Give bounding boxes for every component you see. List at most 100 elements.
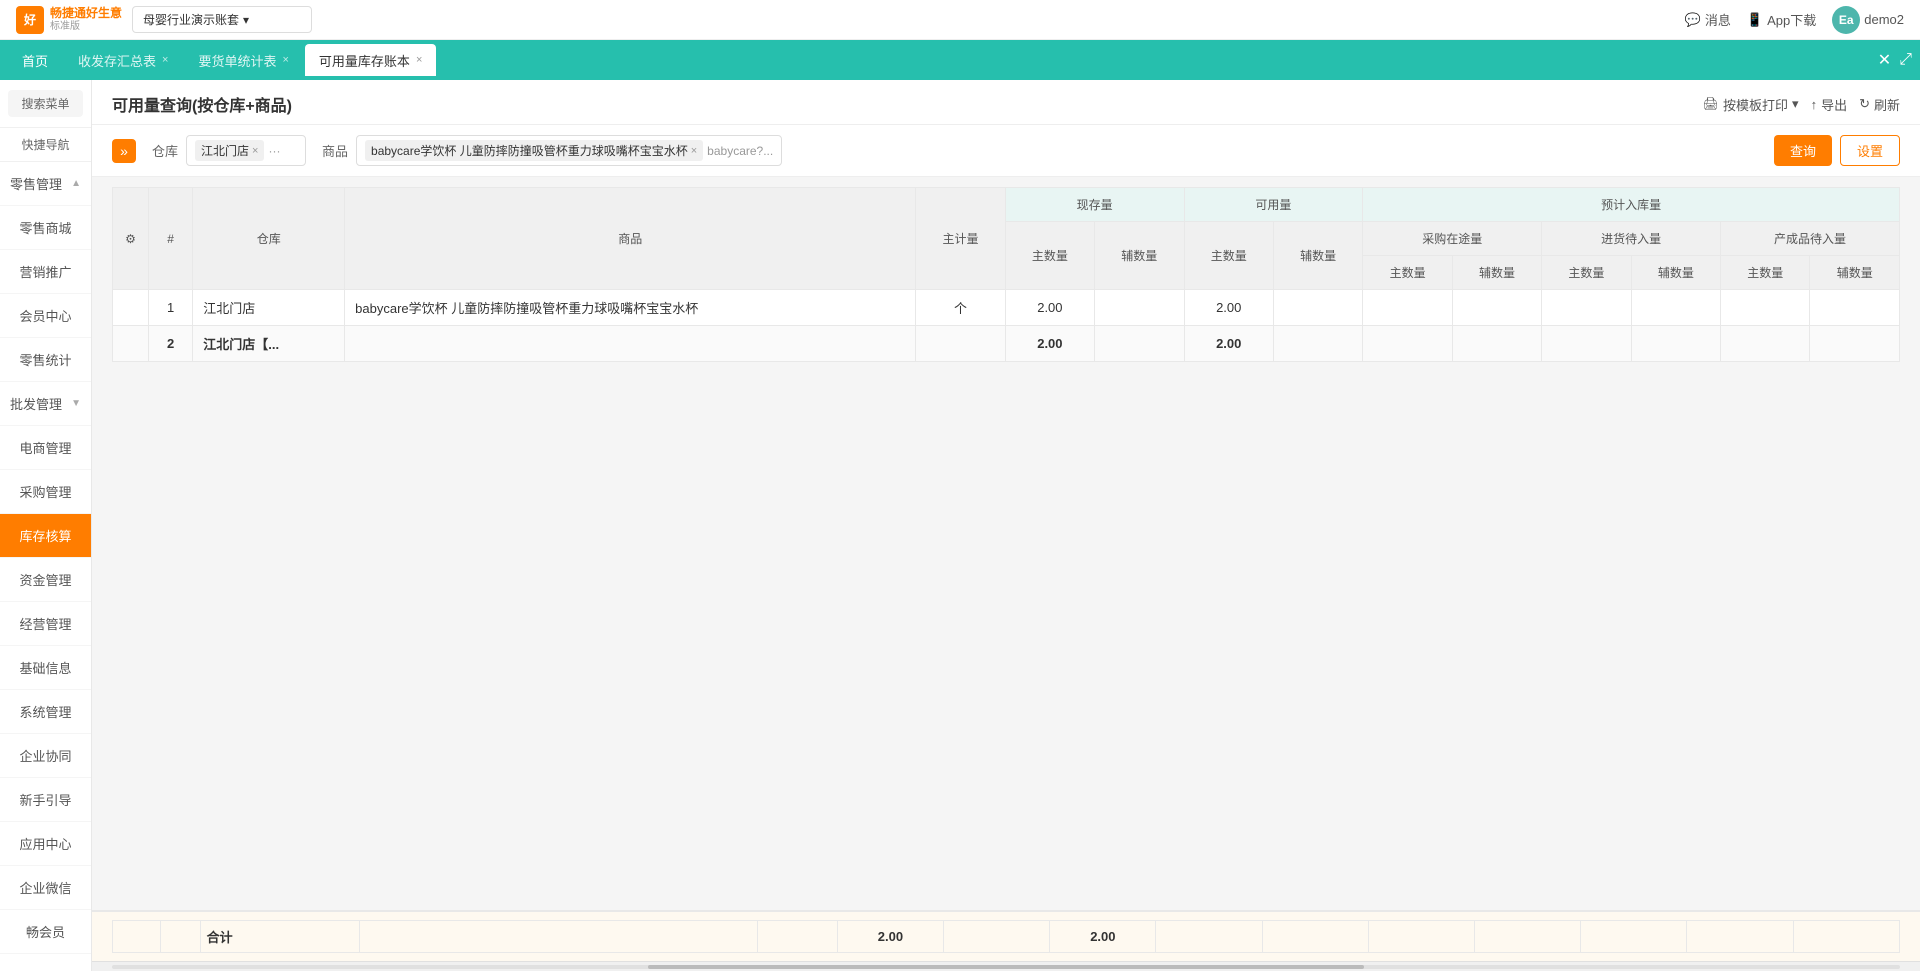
product-tag-value: babycare学饮杯 儿童防摔防撞吸管杯重力球吸嘴杯宝宝水杯 <box>371 142 688 159</box>
th-forecast-group: 预计入库量 <box>1363 188 1900 222</box>
tab-order-stats-close[interactable]: × <box>282 54 288 66</box>
warehouse-more[interactable]: ··· <box>268 144 280 158</box>
tab-receivables-close[interactable]: × <box>162 54 168 66</box>
filter-warehouse: 仓库 江北门店 × ··· <box>152 135 306 166</box>
sidebar-item-retail-mall[interactable]: 零售商城 <box>0 206 91 250</box>
top-header: 好 畅捷通好生意 标准版 母婴行业演示账套 ▾ 💬 消息 📱 App下载 Ea … <box>0 0 1920 40</box>
sidebar-quick-nav[interactable]: 快捷导航 <box>0 128 91 162</box>
settings-icon: ⚙ <box>125 232 136 246</box>
row2-inc-aux <box>1631 326 1720 362</box>
refresh-icon: ↻ <box>1859 96 1870 112</box>
sidebar-item-enterprise-wechat[interactable]: 企业微信 <box>0 866 91 910</box>
row1-avail-aux <box>1273 290 1362 326</box>
sidebar-item-member-center[interactable]: 会员中心 <box>0 294 91 338</box>
export-btn[interactable]: ↑ 导出 <box>1811 95 1848 114</box>
table-scroll-area[interactable]: ⚙ # 仓库 商品 主计量 现存量 可用量 预计入库量 主数量 辅 <box>92 177 1920 910</box>
sidebar-item-business-mgmt[interactable]: 经营管理 <box>0 602 91 646</box>
download-icon: 📱 <box>1747 12 1763 28</box>
row1-product: babycare学饮杯 儿童防摔防撞吸管杯重力球吸嘴杯宝宝水杯 <box>345 290 916 326</box>
row2-stock-aux <box>1095 326 1184 362</box>
row2-avail-main: 2.00 <box>1184 326 1273 362</box>
user-menu[interactable]: Ea demo2 <box>1832 6 1904 34</box>
row1-checkbox[interactable] <box>113 290 149 326</box>
warehouse-tag-remove[interactable]: × <box>252 145 258 157</box>
sidebar-item-purchase[interactable]: 采购管理 <box>0 470 91 514</box>
th-pur-aux: 辅数量 <box>1452 256 1541 290</box>
row1-avail-main: 2.00 <box>1184 290 1273 326</box>
message-icon: 💬 <box>1685 12 1701 28</box>
footer-table: 合计 2.00 2.00 <box>112 920 1900 953</box>
download-btn[interactable]: 📱 App下载 <box>1747 10 1816 29</box>
bottom-scroll[interactable] <box>92 961 1920 971</box>
tenant-selector[interactable]: 母婴行业演示账套 ▾ <box>132 6 312 33</box>
export-label: 导出 <box>1821 95 1847 114</box>
product-input[interactable]: babycare学饮杯 儿童防摔防撞吸管杯重力球吸嘴杯宝宝水杯 × babyca… <box>356 135 782 166</box>
sidebar-item-system-mgmt[interactable]: 系统管理 <box>0 690 91 734</box>
sidebar-item-enterprise-collab[interactable]: 企业协同 <box>0 734 91 778</box>
row2-pur-main <box>1363 326 1452 362</box>
th-prod-main: 主数量 <box>1721 256 1810 290</box>
refresh-btn[interactable]: ↻ 刷新 <box>1859 95 1900 114</box>
tenant-dropdown-icon: ▾ <box>243 13 249 27</box>
table-row: 1 江北门店 babycare学饮杯 儿童防摔防撞吸管杯重力球吸嘴杯宝宝水杯 个… <box>113 290 1900 326</box>
sidebar-item-marketing[interactable]: 营销推广 <box>0 250 91 294</box>
th-avail-aux: 辅数量 <box>1273 222 1362 290</box>
message-btn[interactable]: 💬 消息 <box>1685 10 1731 29</box>
sidebar-item-retail-mgmt[interactable]: 零售管理 ▲ <box>0 162 91 206</box>
sidebar-item-basic-info[interactable]: 基础信息 <box>0 646 91 690</box>
sidebar-item-ecommerce[interactable]: 电商管理 <box>0 426 91 470</box>
th-inc-aux: 辅数量 <box>1631 256 1720 290</box>
sidebar-item-finance[interactable]: 资金管理 <box>0 558 91 602</box>
filter-actions: 查询 设置 <box>1774 135 1900 166</box>
tab-order-stats[interactable]: 要货单统计表 × <box>184 44 302 76</box>
print-btn[interactable]: 🖨 按模板打印 ▾ <box>1703 95 1799 114</box>
table-footer: 合计 2.00 2.00 <box>92 910 1920 961</box>
sidebar-item-app-center[interactable]: 应用中心 <box>0 822 91 866</box>
sidebar-item-membership[interactable]: 畅会员 <box>0 910 91 954</box>
print-dropdown-icon: ▾ <box>1792 96 1799 112</box>
settings-btn[interactable]: 设置 <box>1840 135 1900 166</box>
tab-close-all-btn[interactable]: ✕ <box>1878 50 1891 70</box>
table-area: ⚙ # 仓库 商品 主计量 现存量 可用量 预计入库量 主数量 辅 <box>92 177 1920 372</box>
row1-seq: 1 <box>149 290 193 326</box>
th-stock-aux: 辅数量 <box>1095 222 1184 290</box>
warehouse-input[interactable]: 江北门店 × ··· <box>186 135 306 166</box>
row1-stock-main: 2.00 <box>1005 290 1094 326</box>
tab-available-stock-close[interactable]: × <box>416 54 422 66</box>
home-label: 首页 <box>22 51 48 70</box>
th-settings[interactable]: ⚙ <box>113 188 149 290</box>
product-more[interactable]: babycare?... <box>707 144 773 158</box>
query-btn[interactable]: 查询 <box>1774 135 1832 166</box>
sidebar-item-retail-stats[interactable]: 零售统计 <box>0 338 91 382</box>
warehouse-label: 仓库 <box>152 141 178 160</box>
tab-bar: 首页 收发存汇总表 × 要货单统计表 × 可用量库存账本 × ✕ ⤢ <box>0 40 1920 80</box>
logo-area: 好 畅捷通好生意 标准版 <box>16 6 122 34</box>
chevron-icon: ▲ <box>71 178 81 189</box>
app-version: 标准版 <box>50 21 122 33</box>
scroll-track[interactable] <box>112 965 1900 969</box>
tab-home[interactable]: 首页 <box>8 44 62 76</box>
content-area: 可用量查询(按仓库+商品) 🖨 按模板打印 ▾ ↑ 导出 ↻ 刷新 » <box>92 80 1920 971</box>
row2-checkbox[interactable] <box>113 326 149 362</box>
row2-prod-main <box>1721 326 1810 362</box>
th-prod-aux: 辅数量 <box>1810 256 1900 290</box>
filter-expand-btn[interactable]: » <box>112 139 136 163</box>
filter-area: » 仓库 江北门店 × ··· 商品 babycare学饮杯 儿童防摔防撞吸管杯… <box>92 125 1920 177</box>
tab-receivables[interactable]: 收发存汇总表 × <box>64 44 182 76</box>
footer-stock-main: 2.00 <box>837 921 943 953</box>
product-label: 商品 <box>322 141 348 160</box>
sidebar-item-guide[interactable]: 新手引导 <box>0 778 91 822</box>
sidebar-item-inventory[interactable]: 库存核算 <box>0 514 91 558</box>
tab-available-stock[interactable]: 可用量库存账本 × <box>305 44 436 76</box>
tab-order-stats-label: 要货单统计表 <box>198 51 276 70</box>
warehouse-tag: 江北门店 × <box>195 140 264 161</box>
product-tag-remove[interactable]: × <box>691 145 697 157</box>
th-incoming-sub: 进货待入量 <box>1542 222 1721 256</box>
tab-expand-btn[interactable]: ⤢ <box>1899 51 1912 69</box>
sidebar-item-wholesale-mgmt[interactable]: 批发管理 ▼ <box>0 382 91 426</box>
th-avail-main: 主数量 <box>1184 222 1273 290</box>
scroll-thumb[interactable] <box>648 965 1363 969</box>
avatar: Ea <box>1832 6 1860 34</box>
sidebar-search-btn[interactable]: 搜索菜单 <box>8 90 83 117</box>
th-inc-main: 主数量 <box>1542 256 1631 290</box>
